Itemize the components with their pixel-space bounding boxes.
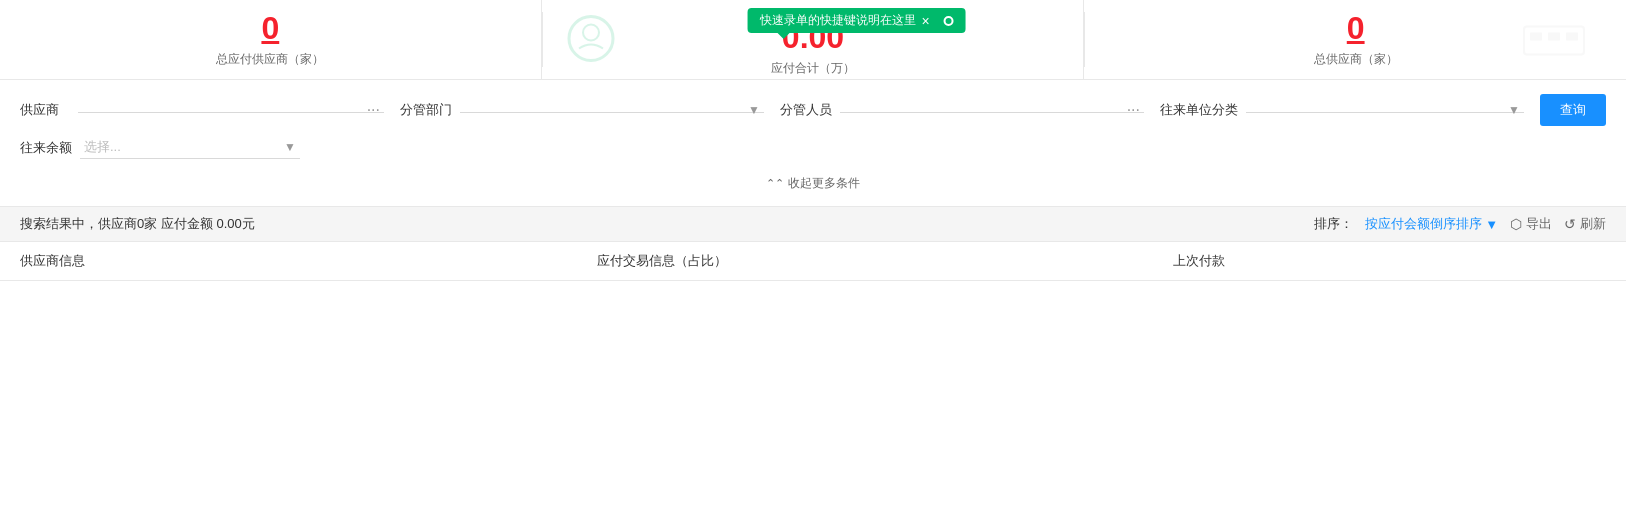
refresh-icon: ↺ <box>1564 216 1576 232</box>
stat-number-payable-suppliers[interactable]: 0 <box>261 11 279 46</box>
filter-row-1: 供应商 ··· 分管部门 ▼ 分管人员 ··· 往来单位分类 ▼ <box>20 94 1606 126</box>
results-bar: 搜索结果中，供应商0家 应付金额 0.00元 排序： 按应付会额倒序排序 ▼ ⬡… <box>0 207 1626 242</box>
col-header-supplier-info: 供应商信息 <box>20 252 597 270</box>
export-label: 导出 <box>1526 215 1552 233</box>
stat-number-total-suppliers[interactable]: 0 <box>1347 11 1365 46</box>
col-header-payable-info: 应付交易信息（占比） <box>597 252 1174 270</box>
filter-row-2: 往来余额 选择... ▼ <box>20 136 1606 159</box>
results-actions: 排序： 按应付会额倒序排序 ▼ ⬡ 导出 ↺ 刷新 <box>1314 215 1606 233</box>
sort-select[interactable]: 按应付会额倒序排序 ▼ <box>1365 215 1498 233</box>
stats-bar: 0 总应付供应商（家） 快速录单的快捷键说明在这里 × 0.00 应付合计（万） <box>0 0 1626 80</box>
sort-label: 排序： <box>1314 215 1353 233</box>
person-label: 分管人员 <box>780 101 832 119</box>
stat-payable-total: 快速录单的快捷键说明在这里 × 0.00 应付合计（万） <box>543 0 1085 79</box>
svg-rect-5 <box>1566 32 1578 40</box>
col-header-last-payment: 上次付款 <box>1173 252 1606 270</box>
supplier-input-wrap[interactable]: ··· <box>78 108 384 113</box>
collapse-btn[interactable]: ⌃⌃ 收起更多条件 <box>766 169 860 198</box>
sort-chevron-icon: ▼ <box>1485 217 1498 232</box>
balance-label: 往来余额 <box>20 139 72 157</box>
export-btn[interactable]: ⬡ 导出 <box>1510 215 1552 233</box>
filter-supplier: 供应商 ··· <box>20 101 384 119</box>
filter-balance: 往来余额 选择... ▼ <box>20 136 300 159</box>
quick-shortcut-tooltip: 快速录单的快捷键说明在这里 × <box>748 8 966 33</box>
table-body <box>0 281 1626 515</box>
stat-total-payable-suppliers: 0 总应付供应商（家） <box>0 0 542 79</box>
tooltip-dot <box>944 16 954 26</box>
refresh-btn[interactable]: ↺ 刷新 <box>1564 215 1606 233</box>
person-input-wrap[interactable]: ··· <box>840 108 1144 113</box>
stat-label-payable-total: 应付合计（万） <box>771 60 855 77</box>
supplier-dots-btn[interactable]: ··· <box>367 101 380 119</box>
svg-rect-4 <box>1548 32 1560 40</box>
department-select-wrap[interactable]: ▼ <box>460 108 764 113</box>
category-select-wrap[interactable]: ▼ <box>1246 108 1524 113</box>
tooltip-text: 快速录单的快捷键说明在这里 <box>760 12 916 29</box>
svg-point-1 <box>583 24 599 40</box>
svg-point-0 <box>569 16 613 60</box>
category-chevron-icon: ▼ <box>1508 103 1520 117</box>
query-button[interactable]: 查询 <box>1540 94 1606 126</box>
stat-label-total-suppliers: 总供应商（家） <box>1314 51 1398 68</box>
collapse-chevron-icon: ⌃⌃ <box>766 177 784 190</box>
department-chevron-icon: ▼ <box>748 103 760 117</box>
svg-rect-3 <box>1530 32 1542 40</box>
export-icon: ⬡ <box>1510 216 1522 232</box>
stat-label-payable-suppliers: 总应付供应商（家） <box>216 51 324 68</box>
collapse-label: 收起更多条件 <box>788 175 860 192</box>
tooltip-close-btn[interactable]: × <box>922 14 930 28</box>
filter-person: 分管人员 ··· <box>780 101 1144 119</box>
filter-category: 往来单位分类 ▼ <box>1160 101 1524 119</box>
filter-section: 供应商 ··· 分管部门 ▼ 分管人员 ··· 往来单位分类 ▼ <box>0 80 1626 207</box>
filter-department: 分管部门 ▼ <box>400 101 764 119</box>
refresh-label: 刷新 <box>1580 215 1606 233</box>
supplier-label: 供应商 <box>20 101 70 119</box>
balance-select-wrap[interactable]: 选择... ▼ <box>80 136 300 159</box>
balance-placeholder: 选择... <box>84 138 121 156</box>
stat-total-suppliers: 0 总供应商（家） <box>1085 0 1626 79</box>
category-label: 往来单位分类 <box>1160 101 1238 119</box>
sort-value: 按应付会额倒序排序 <box>1365 215 1482 233</box>
balance-chevron-icon: ▼ <box>284 140 296 154</box>
table-header: 供应商信息 应付交易信息（占比） 上次付款 <box>0 242 1626 281</box>
results-info: 搜索结果中，供应商0家 应付金额 0.00元 <box>20 215 255 233</box>
department-label: 分管部门 <box>400 101 452 119</box>
person-dots-btn[interactable]: ··· <box>1127 101 1140 119</box>
